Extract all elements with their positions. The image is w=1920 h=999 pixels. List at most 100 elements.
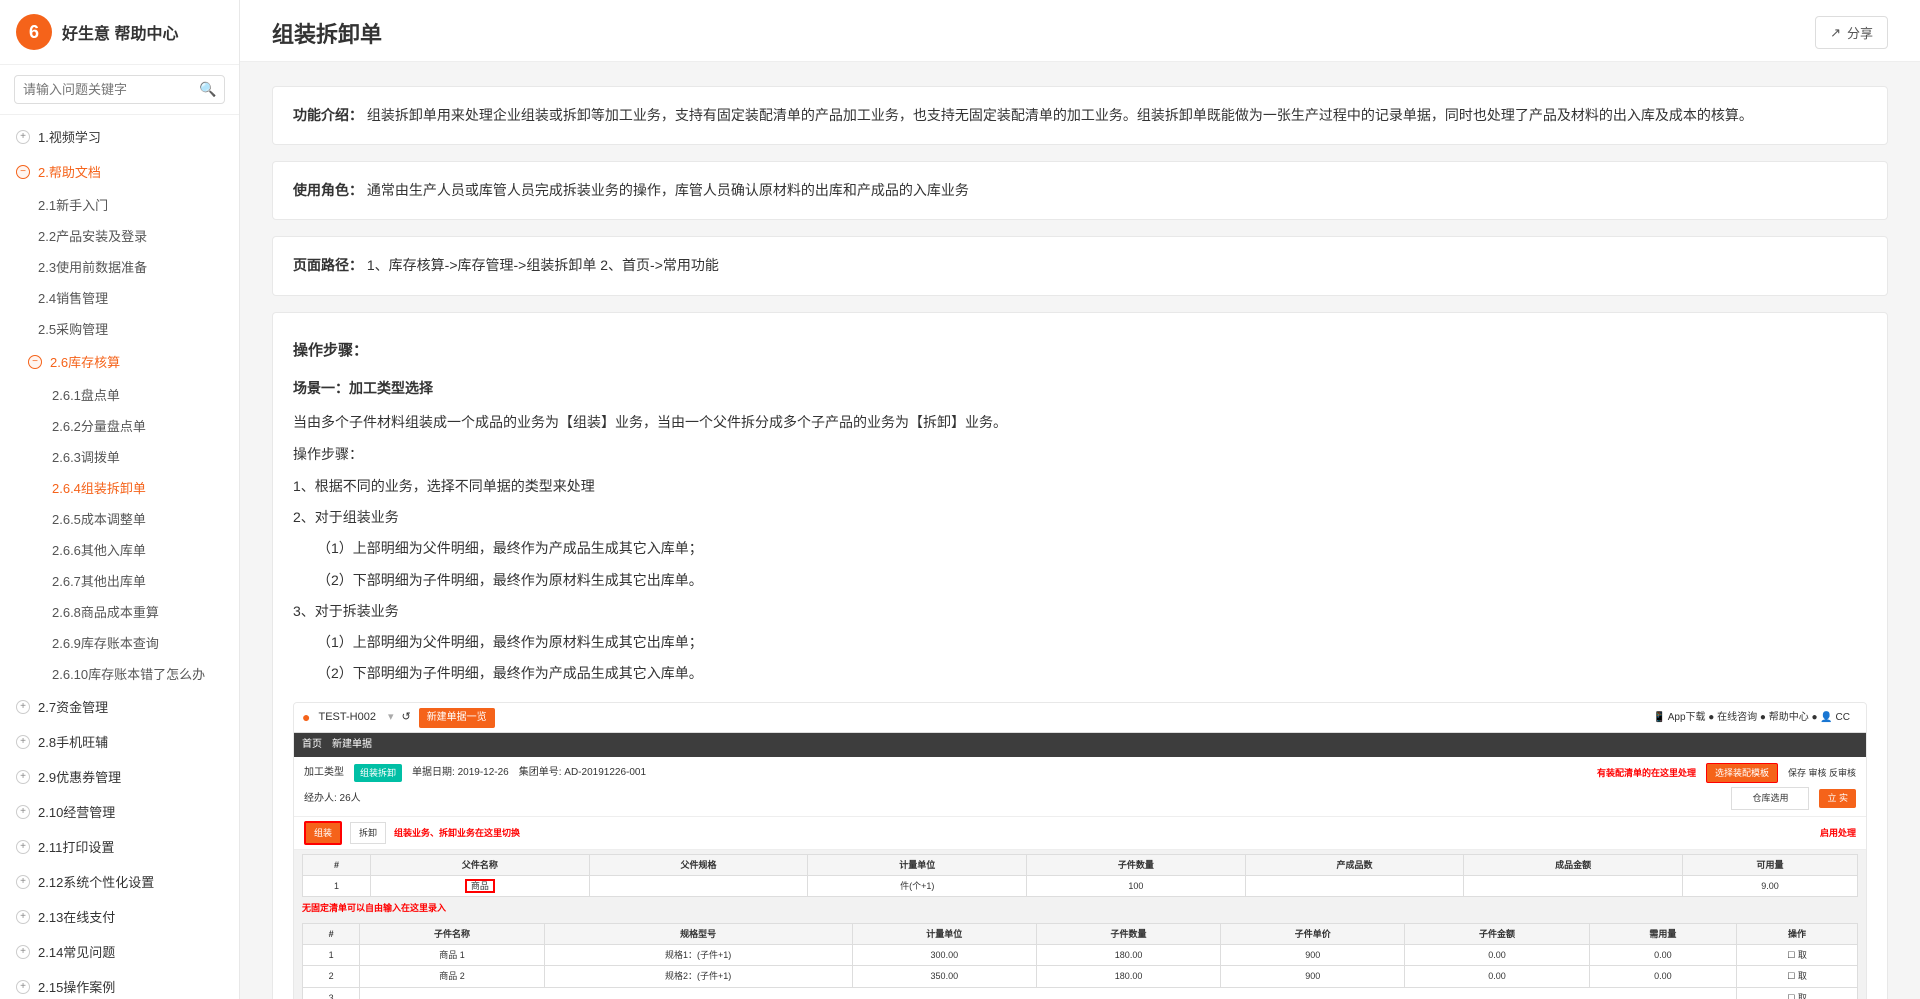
lrow3-ops[interactable]: ☐ 取 [1737, 987, 1858, 999]
sidebar-item-label-2-15: 2.15操作案例 [38, 977, 115, 996]
lrow1-spec: 规格1：(子件+1) [544, 945, 852, 966]
sidebar-item-2-10[interactable]: + 2.10经营管理 [0, 794, 239, 829]
form-top-row: 加工类型 组装拆卸 单据日期: 2019-12-26 集团单号: AD-2019… [304, 763, 1856, 783]
lrow1-name: 商品 1 [360, 945, 544, 966]
path-text: 1、库存核算->库存管理->组装拆卸单 2、首页->常用功能 [367, 257, 719, 273]
select-template-btn[interactable]: 选择装配模板 [1706, 763, 1778, 783]
sidebar-item-2-6-7[interactable]: 2.6.7其他出库单 [0, 565, 239, 596]
sidebar-item-2-6-10[interactable]: 2.6.10库存账本错了怎么办 [0, 658, 239, 689]
sidebar-item-2-6-9[interactable]: 2.6.9库存账本查询 [0, 627, 239, 658]
sidebar-item-2-8[interactable]: + 2.8手机旺辅 [0, 724, 239, 759]
row1-goods: 商品 [371, 876, 590, 897]
save-draft-btn[interactable]: 保存 审核 反审核 [1788, 765, 1856, 781]
sidebar-item-2-11[interactable]: + 2.11打印设置 [0, 829, 239, 864]
col-cost2: 成品金额 [1464, 854, 1683, 875]
upper-table-area: # 父件名称 父件规格 计量单位 子件数量 产成品数 成品金额 可用量 [302, 854, 1858, 897]
new-btn[interactable]: 新建单据一览 [419, 708, 495, 728]
sidebar-item-2-12[interactable]: + 2.12系统个性化设置 [0, 864, 239, 899]
sidebar-item-2-3[interactable]: 2.3使用前数据准备 [0, 251, 239, 282]
path-block: 页面路径： 1、库存核算->库存管理->组装拆卸单 2、首页->常用功能 [272, 236, 1888, 295]
step-3-sub1: （1）上部明细为父件明细，最终作为原材料生成其它出库单； [317, 630, 1867, 655]
screenshot-container: ● TEST-H002 ▾ ↺ 新建单据一览 📱 App下载 ● 在线咨询 ● … [293, 702, 1867, 999]
warehouse-input[interactable]: 仓库选用 [1731, 787, 1809, 809]
scene1-title: 场景一：加工类型选择 [293, 376, 1867, 401]
plus-icon-1: + [16, 130, 30, 144]
col-unit-qty: 子件数量 [1027, 854, 1246, 875]
operator-label: 经办人: 26人 [304, 790, 361, 808]
plus-icon-2-15: + [16, 980, 30, 994]
lrow2-num: 180.00 [1036, 966, 1220, 987]
col-cost: 产成品数 [1245, 854, 1464, 875]
docid-label: 集团单号: AD-20191226-001 [519, 764, 646, 782]
plus-icon-2-8: + [16, 735, 30, 749]
sidebar-item-2-9[interactable]: + 2.9优惠券管理 [0, 759, 239, 794]
form-type-label: 加工类型 [304, 764, 344, 782]
lrow1-qty: 300.00 [852, 945, 1036, 966]
sidebar-item-2-6-4[interactable]: 2.6.4组装拆卸单 [0, 472, 239, 503]
sidebar-item-2-6[interactable]: − 2.6库存核算 [0, 344, 239, 379]
lcol-seq: # [303, 923, 360, 944]
sidebar-item-2-15[interactable]: + 2.15操作案例 [0, 969, 239, 999]
row1-seq: 1 [303, 876, 371, 897]
sidebar-item-2-1[interactable]: 2.1新手入门 [0, 189, 239, 220]
lrow1-num: 180.00 [1036, 945, 1220, 966]
sidebar-item-label-2-7: 2.7资金管理 [38, 697, 108, 716]
main-content: 组装拆卸单 ↗ 分享 功能介绍： 组装拆卸单用来处理企业组装或拆卸等加工业务，支… [240, 0, 1920, 999]
lrow2-ops[interactable]: ☐ 取 [1737, 966, 1858, 987]
search-box[interactable]: 🔍 [14, 75, 225, 104]
search-area[interactable]: 🔍 [0, 65, 239, 115]
sidebar-item-2-4[interactable]: 2.4销售管理 [0, 282, 239, 313]
path-label: 页面路径： [293, 257, 363, 273]
lcol-qty: 计量单位 [852, 923, 1036, 944]
disassembly-btn[interactable]: 拆卸 [350, 822, 386, 844]
dropdown-icon: ▾ [388, 708, 394, 728]
share-label: 分享 [1847, 23, 1873, 42]
sidebar-item-2-5[interactable]: 2.5采购管理 [0, 313, 239, 344]
sidebar-item-2-6-1[interactable]: 2.6.1盘点单 [0, 379, 239, 410]
lcol-ops: 操作 [1737, 923, 1858, 944]
step-3: 3、对于拆装业务 [293, 599, 1867, 624]
sidebar-item-1[interactable]: + 1.视频学习 [0, 119, 239, 154]
lrow2-seq: 2 [303, 966, 360, 987]
lrow3-empty [360, 987, 1737, 999]
annotation4-area: 无固定清单可以自由输入在这里录入 [294, 897, 1866, 921]
content-body: 功能介绍： 组装拆卸单用来处理企业组装或拆卸等加工业务，支持有固定装配清单的产品… [240, 62, 1920, 999]
lower-table: # 子件名称 规格型号 计量单位 子件数量 子件单价 子件金额 需用量 操作 [302, 923, 1858, 999]
confirm-btn[interactable]: 立 实 [1819, 789, 1856, 807]
annotation4: 无固定清单可以自由输入在这里录入 [302, 903, 446, 913]
step-3-sub2: （2）下部明细为子件明细，最终作为产成品生成其它入库单。 [317, 661, 1867, 686]
plus-icon-2-12: + [16, 875, 30, 889]
col-seq: # [303, 854, 371, 875]
sidebar-item-2-7[interactable]: + 2.7资金管理 [0, 689, 239, 724]
sidebar-item-2[interactable]: − 2.帮助文档 [0, 154, 239, 189]
app-screenshot: ● TEST-H002 ▾ ↺ 新建单据一览 📱 App下载 ● 在线咨询 ● … [294, 703, 1866, 999]
sidebar-item-2-6-2[interactable]: 2.6.2分量盘点单 [0, 410, 239, 441]
step-2: 2、对于组装业务 [293, 505, 1867, 530]
scene1-desc: 当由多个子件材料组装成一个成品的业务为【组装】业务，当由一个父件拆分成多个子产品… [293, 409, 1867, 436]
minus-icon-2-6: − [28, 355, 42, 369]
share-button[interactable]: ↗ 分享 [1815, 16, 1888, 49]
sidebar-item-2-6-6[interactable]: 2.6.6其他入库单 [0, 534, 239, 565]
annotation1: 有装配清单的在这里处理 [1597, 765, 1696, 781]
annotation3: 启用处理 [1820, 825, 1856, 841]
search-input[interactable] [23, 82, 199, 97]
goods-input-box[interactable]: 商品 [465, 879, 495, 893]
col-goods: 父件名称 [371, 854, 590, 875]
share-icon: ↗ [1830, 25, 1841, 41]
role-label: 使用角色： [293, 182, 363, 198]
date-label: 单据日期: 2019-12-26 [412, 764, 509, 782]
plus-icon-2-10: + [16, 805, 30, 819]
lrow1-amount: 0.00 [1405, 945, 1589, 966]
sidebar-item-2-6-3[interactable]: 2.6.3调拨单 [0, 441, 239, 472]
sidebar-item-label-2-13: 2.13在线支付 [38, 907, 115, 926]
lrow1-ops[interactable]: ☐ 取 [1737, 945, 1858, 966]
sidebar-item-2-14[interactable]: + 2.14常见问题 [0, 934, 239, 969]
row1-avail: 9.00 [1683, 876, 1858, 897]
sidebar-item-2-2[interactable]: 2.2产品安装及登录 [0, 220, 239, 251]
assembly-btn[interactable]: 组装 [304, 821, 342, 845]
sidebar-item-2-13[interactable]: + 2.13在线支付 [0, 899, 239, 934]
sidebar-item-2-6-5[interactable]: 2.6.5成本调整单 [0, 503, 239, 534]
sidebar-item-label-2-11: 2.11打印设置 [38, 837, 114, 856]
sidebar-item-2-6-8[interactable]: 2.6.8商品成本重算 [0, 596, 239, 627]
row1-cost2 [1464, 876, 1683, 897]
